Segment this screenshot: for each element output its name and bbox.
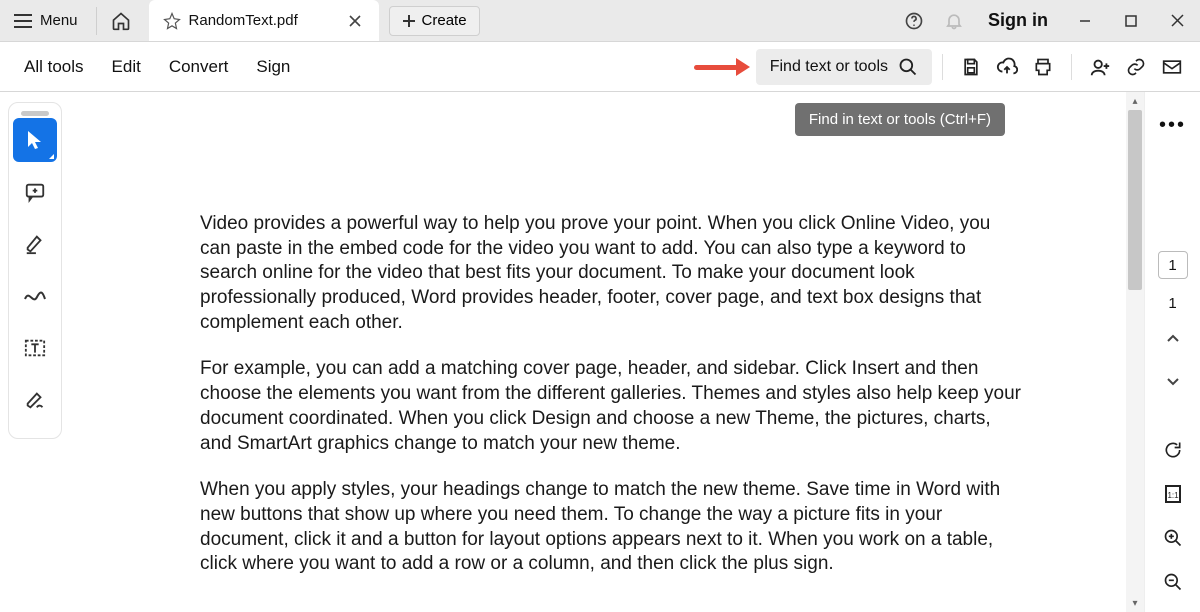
find-tooltip: Find in text or tools (Ctrl+F): [795, 103, 1005, 136]
scroll-up-button[interactable]: ▴: [1126, 92, 1144, 110]
chevron-up-icon: ▴: [1132, 96, 1137, 107]
user-plus-icon: [1089, 57, 1111, 77]
find-button[interactable]: Find text or tools: [756, 49, 932, 85]
menu-label: Menu: [40, 12, 78, 29]
convert-menu[interactable]: Convert: [155, 57, 243, 77]
tab-close-button[interactable]: [345, 11, 365, 31]
bell-icon: [944, 11, 964, 31]
main-toolbar: All tools Edit Convert Sign Find text or…: [0, 42, 1200, 92]
separator: [1071, 54, 1072, 80]
edit-menu[interactable]: Edit: [98, 57, 155, 77]
envelope-icon: [1162, 59, 1182, 75]
page-up-button[interactable]: [1155, 320, 1191, 356]
document-tab[interactable]: RandomText.pdf: [149, 0, 379, 41]
chevron-up-icon: [1166, 333, 1180, 343]
sign-menu[interactable]: Sign: [242, 57, 304, 77]
minimize-icon: [1078, 14, 1092, 28]
document-view[interactable]: Video provides a powerful way to help yo…: [70, 92, 1144, 612]
app-menu-button[interactable]: Menu: [0, 0, 92, 41]
print-button[interactable]: [1025, 49, 1061, 85]
cloud-upload-button[interactable]: [989, 49, 1025, 85]
zoom-out-button[interactable]: [1155, 564, 1191, 600]
save-button[interactable]: [953, 49, 989, 85]
more-button[interactable]: •••: [1153, 108, 1192, 143]
paragraph: When you apply styles, your headings cha…: [200, 478, 1024, 577]
notifications-button[interactable]: [934, 0, 974, 41]
create-label: Create: [422, 12, 467, 29]
add-user-button[interactable]: [1082, 49, 1118, 85]
maximize-button[interactable]: [1108, 0, 1154, 41]
current-page: 1: [1168, 257, 1176, 274]
alltools-menu[interactable]: All tools: [10, 57, 98, 77]
panel-drag-handle[interactable]: [21, 111, 49, 116]
freeform-icon: [23, 287, 47, 305]
link-icon: [1126, 57, 1146, 77]
link-button[interactable]: [1118, 49, 1154, 85]
zoom-in-icon: [1163, 528, 1183, 548]
plus-icon: [402, 14, 416, 28]
tab-title: RandomText.pdf: [189, 12, 337, 29]
paragraph: Video provides a powerful way to help yo…: [200, 212, 1024, 335]
highlight-tool[interactable]: [13, 222, 57, 266]
minimize-button[interactable]: [1062, 0, 1108, 41]
help-button[interactable]: [894, 0, 934, 41]
save-icon: [961, 57, 981, 77]
chevron-down-icon: [1166, 377, 1180, 387]
separator: [942, 54, 943, 80]
textbox-tool[interactable]: [13, 326, 57, 370]
help-icon: [904, 11, 924, 31]
page-total: 1: [1168, 295, 1176, 312]
workspace: Video provides a powerful way to help yo…: [0, 92, 1200, 612]
ellipsis-icon: •••: [1159, 114, 1186, 136]
page-input[interactable]: 1: [1158, 251, 1188, 279]
close-window-button[interactable]: [1154, 0, 1200, 41]
separator: [96, 7, 97, 35]
highlighter-icon: [24, 233, 46, 255]
right-rail: ••• 1 1 1:1: [1144, 92, 1200, 612]
rotate-icon: [1163, 440, 1183, 460]
pen-icon: [24, 389, 46, 411]
comment-tool[interactable]: [13, 170, 57, 214]
paragraph: For example, you can add a matching cove…: [200, 357, 1024, 456]
comment-icon: [24, 181, 46, 203]
textbox-icon: [24, 338, 46, 358]
zoom-in-button[interactable]: [1155, 520, 1191, 556]
window-titlebar: Menu RandomText.pdf Create S: [0, 0, 1200, 42]
fit-page-button[interactable]: 1:1: [1155, 476, 1191, 512]
cursor-icon: [25, 129, 45, 151]
create-button[interactable]: Create: [389, 6, 480, 36]
window-controls: [1062, 0, 1200, 41]
search-icon: [898, 57, 918, 77]
svg-text:1:1: 1:1: [1167, 491, 1179, 500]
zoom-out-icon: [1163, 572, 1183, 592]
email-button[interactable]: [1154, 49, 1190, 85]
star-icon: [163, 12, 181, 30]
chevron-down-icon: ▾: [1132, 598, 1137, 609]
annotation-arrow: [694, 58, 750, 76]
page-down-button[interactable]: [1155, 364, 1191, 400]
hamburger-icon: [14, 14, 32, 28]
tooltip-text: Find in text or tools (Ctrl+F): [809, 111, 991, 128]
home-button[interactable]: [101, 0, 141, 41]
scroll-down-button[interactable]: ▾: [1126, 594, 1144, 612]
selection-tool[interactable]: [13, 118, 57, 162]
scroll-thumb[interactable]: [1128, 110, 1142, 290]
close-icon: [1171, 14, 1184, 27]
vertical-scrollbar[interactable]: ▴ ▾: [1126, 92, 1144, 612]
home-icon: [111, 11, 131, 31]
find-label: Find text or tools: [770, 58, 888, 76]
rotate-button[interactable]: [1155, 432, 1191, 468]
fit-page-icon: 1:1: [1164, 484, 1182, 504]
fillsign-tool[interactable]: [13, 378, 57, 422]
page-content: Video provides a powerful way to help yo…: [200, 212, 1024, 577]
close-icon: [349, 15, 361, 27]
cloud-upload-icon: [996, 57, 1018, 77]
maximize-icon: [1125, 15, 1137, 27]
print-icon: [1033, 57, 1053, 77]
signin-button[interactable]: Sign in: [974, 10, 1062, 31]
left-tool-panel: [0, 92, 70, 612]
signin-label: Sign in: [988, 10, 1048, 30]
draw-tool[interactable]: [13, 274, 57, 318]
